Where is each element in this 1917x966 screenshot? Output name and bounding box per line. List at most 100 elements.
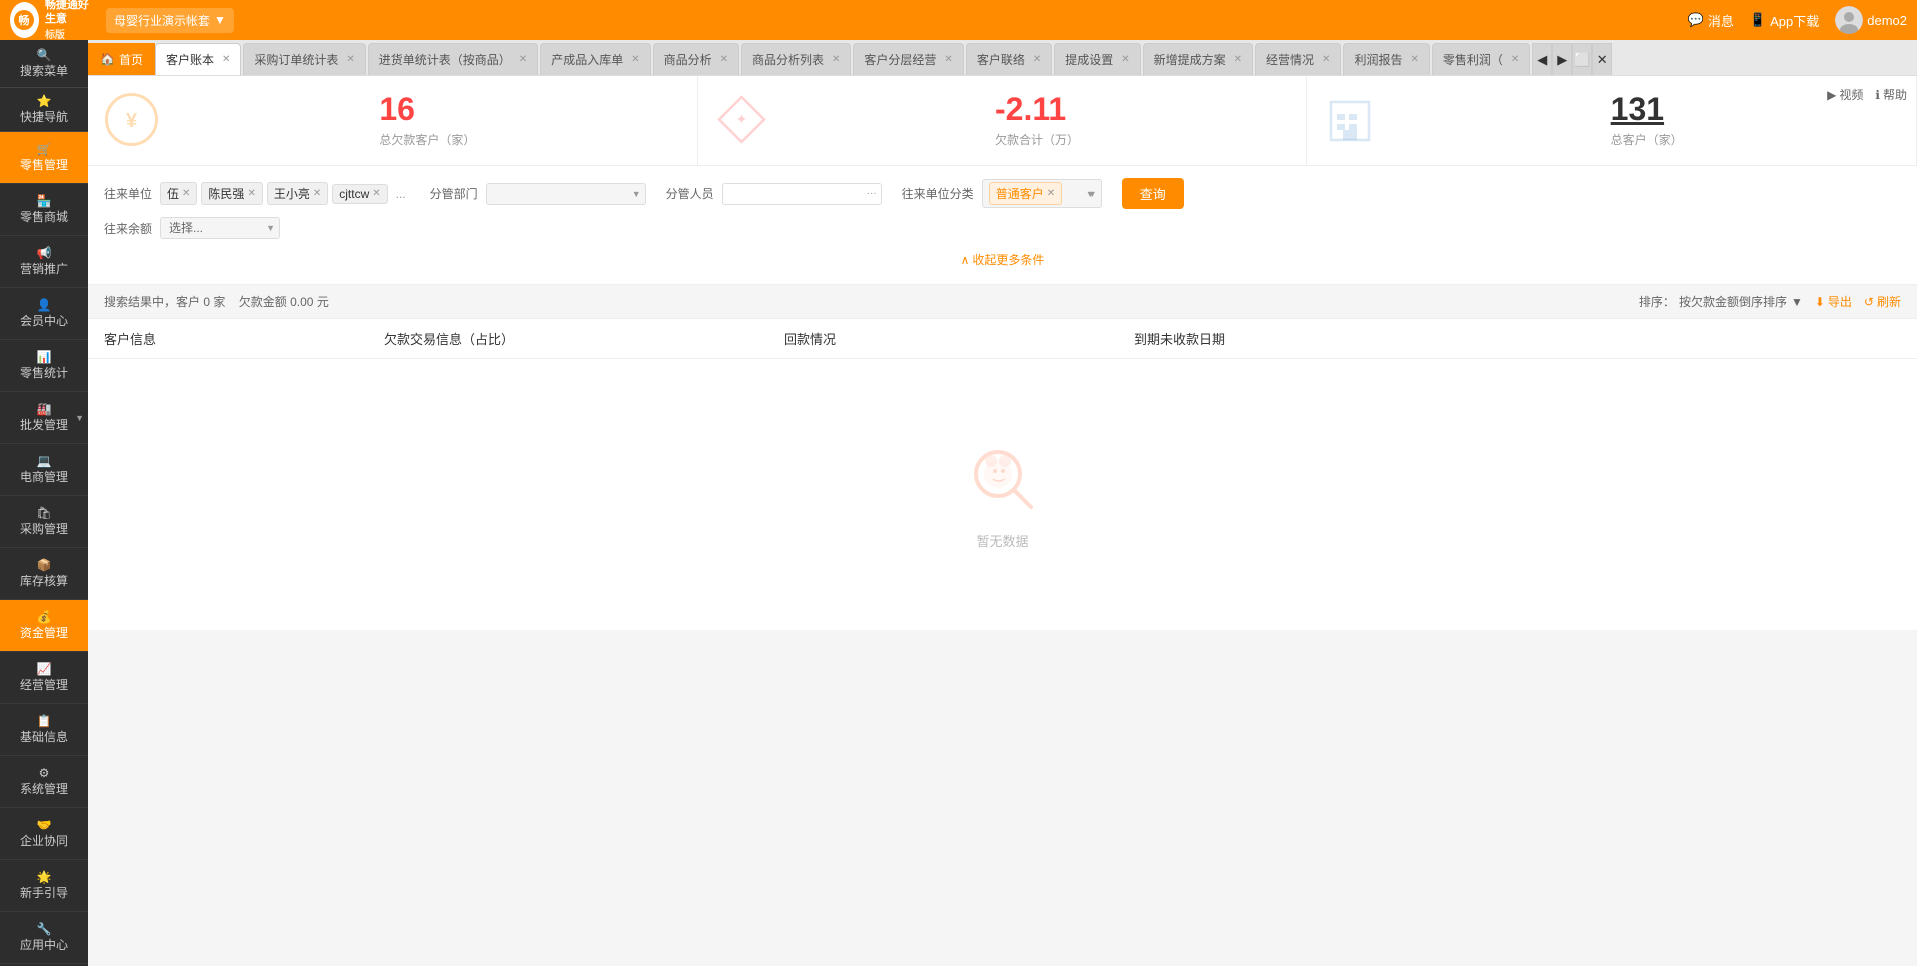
refresh-btn[interactable]: ↺ 刷新 bbox=[1864, 293, 1901, 310]
app-download-btn[interactable]: 📱 App下载 bbox=[1750, 11, 1819, 30]
balance-dropdown[interactable]: 选择... bbox=[160, 217, 280, 239]
query-button[interactable]: 查询 bbox=[1122, 178, 1184, 209]
collapse-icon: ∧ bbox=[961, 253, 970, 267]
collapse-btn[interactable]: ∧ 收起更多条件 bbox=[961, 251, 1045, 268]
svg-text:¥: ¥ bbox=[126, 110, 138, 132]
sidebar-item-retail-stat[interactable]: 📊 零售统计 bbox=[0, 340, 88, 392]
category-tag-close[interactable]: ✕ bbox=[1047, 188, 1055, 199]
sort-control[interactable]: 排序： 按欠款金额倒序排序 ▼ bbox=[1639, 293, 1803, 310]
tab-close-product-analysis[interactable]: ✕ bbox=[720, 54, 728, 65]
tab-close-product-analysis-list[interactable]: ✕ bbox=[832, 54, 840, 65]
sidebar-item-retail-mall[interactable]: 🏪 零售商城 bbox=[0, 184, 88, 236]
tab-raise-settings[interactable]: 提成设置 ✕ bbox=[1054, 43, 1140, 75]
video-icon: ▶ bbox=[1827, 88, 1836, 102]
sidebar-item-operation[interactable]: 📈 经营管理 bbox=[0, 652, 88, 704]
tab-close-all-btn[interactable]: ✕ bbox=[1592, 43, 1612, 75]
unit-tag-wu-close[interactable]: ✕ bbox=[182, 188, 190, 199]
tab-next-btn[interactable]: ▶ bbox=[1552, 43, 1572, 75]
help-btn[interactable]: ℹ 帮助 bbox=[1875, 86, 1907, 103]
sidebar-item-marketing[interactable]: 📢 营销推广 bbox=[0, 236, 88, 288]
tab-purchase-stat[interactable]: 进货单统计表（按商品） ✕ bbox=[368, 43, 538, 75]
home-icon: 🏠 bbox=[100, 52, 115, 66]
account-selector[interactable]: 母婴行业演示帐套 ▼ bbox=[106, 8, 234, 33]
sidebar-item-purchase[interactable]: 🛍 采购管理 bbox=[0, 496, 88, 548]
message-icon: 💬 bbox=[1688, 12, 1704, 28]
top-bar: 畅 畅捷通好生意 标版 母婴行业演示帐套 ▼ 💬 消息 📱 App下载 bbox=[0, 0, 1917, 40]
refresh-icon: ↺ bbox=[1864, 295, 1874, 309]
sidebar-item-enterprise-coop[interactable]: 🤝 企业协同 bbox=[0, 808, 88, 860]
table-header: 客户信息 欠款交易信息（占比） 回款情况 到期未收款日期 bbox=[88, 319, 1917, 359]
tab-close-customer-contact[interactable]: ✕ bbox=[1033, 54, 1041, 65]
tab-home[interactable]: 🏠 首页 bbox=[88, 43, 155, 75]
sidebar-item-basic[interactable]: 📋 基础信息 bbox=[0, 704, 88, 756]
table-container: 客户信息 欠款交易信息（占比） 回款情况 到期未收款日期 bbox=[88, 319, 1917, 630]
tab-operation-status[interactable]: 经营情况 ✕ bbox=[1255, 43, 1341, 75]
person-filter-more[interactable]: ··· bbox=[867, 188, 877, 199]
overdue-amount-value: -2.11 bbox=[995, 93, 1079, 125]
unit-tag-wang-close[interactable]: ✕ bbox=[313, 188, 321, 199]
sidebar-item-system[interactable]: ⚙ 系统管理 bbox=[0, 756, 88, 808]
tab-customer-book[interactable]: 客户账本 ✕ bbox=[155, 43, 241, 75]
sidebar-item-app-center[interactable]: 🔧 应用中心 bbox=[0, 912, 88, 964]
tab-close-purchase-stat[interactable]: ✕ bbox=[519, 54, 527, 65]
tab-product-instock[interactable]: 产成品入库单 ✕ bbox=[540, 43, 650, 75]
search-result-actions: 排序： 按欠款金额倒序排序 ▼ ⬇ 导出 ↺ 刷新 bbox=[1639, 293, 1901, 310]
result-text: 搜索结果中，客户 0 家 欠款金额 0.00 元 bbox=[104, 293, 329, 310]
tab-close-new-raise-plan[interactable]: ✕ bbox=[1234, 54, 1242, 65]
tab-close-raise-settings[interactable]: ✕ bbox=[1121, 54, 1129, 65]
empty-state: 暂无数据 bbox=[88, 359, 1917, 630]
tab-bar: 🏠 首页 客户账本 ✕ 采购订单统计表 ✕ 进货单统计表（按商品） ✕ 产成品入… bbox=[88, 40, 1917, 76]
video-btn[interactable]: ▶ 视频 bbox=[1827, 86, 1863, 103]
sidebar-item-finance[interactable]: 💰 资金管理 bbox=[0, 600, 88, 652]
sort-arrow-icon: ▼ bbox=[1791, 295, 1803, 309]
tab-close-retail-profit[interactable]: ✕ bbox=[1511, 54, 1519, 65]
tab-purchase-order-stat[interactable]: 采购订单统计表 ✕ bbox=[243, 43, 365, 75]
overdue-amount-label: 欠款合计（万） bbox=[995, 131, 1079, 148]
tab-close-product-instock[interactable]: ✕ bbox=[631, 54, 639, 65]
tab-close-operation-status[interactable]: ✕ bbox=[1322, 54, 1330, 65]
user-info[interactable]: demo2 bbox=[1835, 6, 1907, 34]
tab-profit-report[interactable]: 利润报告 ✕ bbox=[1343, 43, 1429, 75]
category-tag: 普通客户 ✕ bbox=[989, 182, 1062, 205]
tab-close-customer-tier[interactable]: ✕ bbox=[944, 54, 952, 65]
tab-product-analysis-list[interactable]: 商品分析列表 ✕ bbox=[741, 43, 851, 75]
tab-close-customer-book[interactable]: ✕ bbox=[222, 54, 230, 65]
unit-tag-cjttcw: cjttcw ✕ bbox=[332, 184, 387, 204]
sidebar-item-wholesale[interactable]: 🏭 批发管理 ▼ bbox=[0, 392, 88, 444]
tab-customer-contact[interactable]: 客户联络 ✕ bbox=[966, 43, 1052, 75]
sidebar: 🔍 搜索菜单 ⭐ 快捷导航 🛒 零售管理 🏪 零售商城 📢 营销推广 👤 bbox=[0, 40, 88, 966]
sidebar-item-ecommerce[interactable]: 💻 电商管理 bbox=[0, 444, 88, 496]
sidebar-item-retail-mgmt[interactable]: 🛒 零售管理 bbox=[0, 132, 88, 184]
filter-section: 往来单位 伍 ✕ 陈民强 ✕ 王小亮 bbox=[88, 166, 1917, 285]
collapse-row: ∧ 收起更多条件 bbox=[104, 247, 1901, 272]
sidebar-search[interactable]: 🔍 搜索菜单 bbox=[0, 40, 88, 88]
tab-prev-btn[interactable]: ◀ bbox=[1532, 43, 1552, 75]
unit-tag-cjttcw-close[interactable]: ✕ bbox=[372, 188, 380, 199]
category-filter-display[interactable]: 普通客户 ✕ ▼ bbox=[982, 179, 1102, 208]
tab-product-analysis[interactable]: 商品分析 ✕ bbox=[653, 43, 739, 75]
person-filter-label: 分管人员 bbox=[666, 185, 714, 202]
tab-customer-tier[interactable]: 客户分层经营 ✕ bbox=[853, 43, 963, 75]
sidebar-item-inventory[interactable]: 📦 库存核算 bbox=[0, 548, 88, 600]
sidebar-quick-nav[interactable]: ⭐ 快捷导航 bbox=[0, 88, 88, 132]
sidebar-item-member[interactable]: 👤 会员中心 bbox=[0, 288, 88, 340]
dept-filter-label: 分管部门 bbox=[430, 185, 478, 202]
filter-row-2: 往来余额 选择... bbox=[104, 217, 1901, 239]
unit-tag-chen: 陈民强 ✕ bbox=[201, 182, 262, 205]
overdue-customers-label: 总欠款客户（家） bbox=[379, 131, 475, 148]
tab-close-profit-report[interactable]: ✕ bbox=[1410, 54, 1418, 65]
total-customers-label: 总客户（家） bbox=[1611, 131, 1683, 148]
sidebar-item-new-guide[interactable]: 🌟 新手引导 bbox=[0, 860, 88, 912]
video-help: ▶ 视频 ℹ 帮助 bbox=[1827, 86, 1907, 103]
message-btn[interactable]: 💬 消息 bbox=[1688, 11, 1734, 30]
tab-new-raise-plan[interactable]: 新增提成方案 ✕ bbox=[1143, 43, 1253, 75]
person-filter-input[interactable] bbox=[722, 183, 882, 205]
dept-dropdown[interactable] bbox=[486, 183, 646, 205]
download-icon: 📱 bbox=[1750, 12, 1766, 28]
tab-retail-profit[interactable]: 零售利润（ ✕ bbox=[1432, 43, 1530, 75]
export-btn[interactable]: ⬇ 导出 bbox=[1815, 293, 1852, 310]
unit-filter-more[interactable]: ... bbox=[392, 185, 410, 203]
unit-tag-chen-close[interactable]: ✕ bbox=[247, 188, 255, 199]
tab-maximize-btn[interactable]: ⬜ bbox=[1572, 43, 1592, 75]
tab-close-purchase-order[interactable]: ✕ bbox=[346, 54, 354, 65]
